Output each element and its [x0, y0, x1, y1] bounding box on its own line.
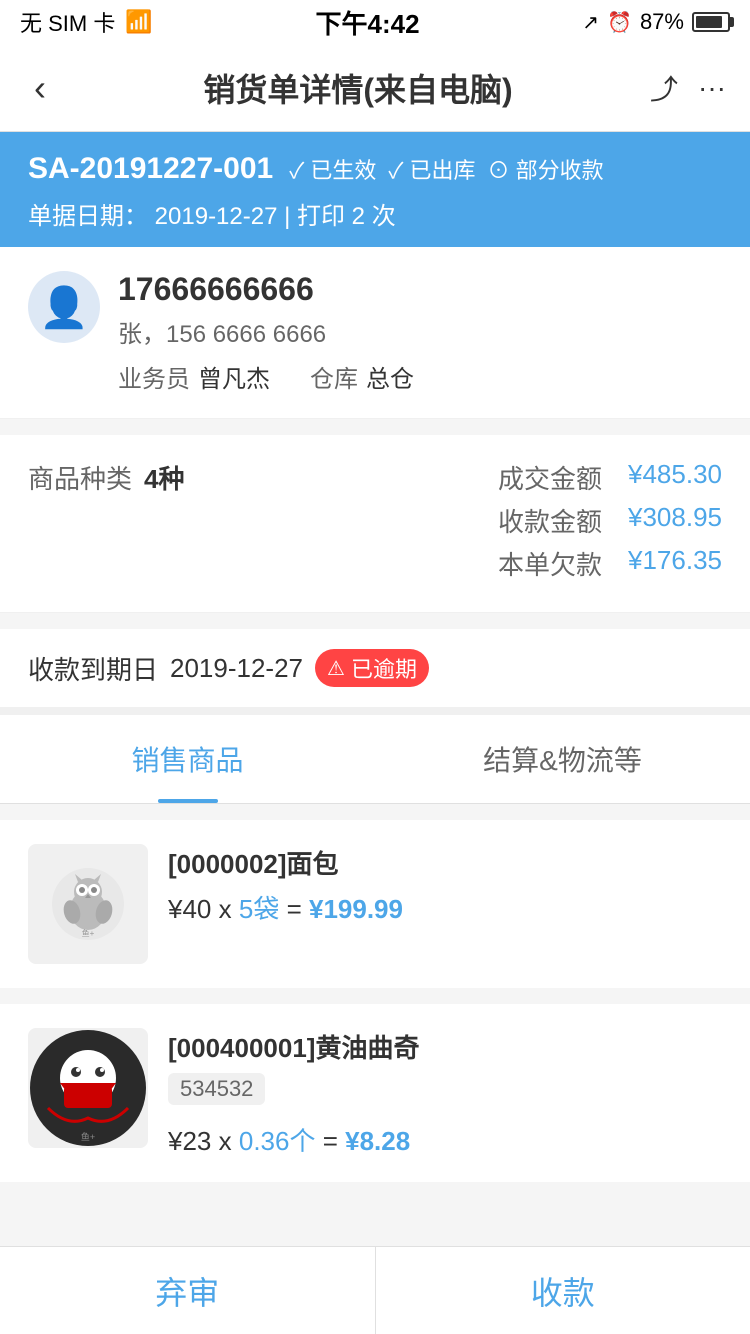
product-equals-1: = — [287, 894, 309, 924]
summary-left: 商品种类 4种 — [28, 459, 184, 496]
overdue-badge: ⚠ 已逾期 — [315, 649, 429, 687]
product-multiply-1: x — [219, 894, 239, 924]
due-section: 收款到期日 2019-12-27 ⚠ 已逾期 — [0, 629, 750, 715]
due-date: 2019-12-27 — [170, 653, 303, 684]
customer-meta: 业务员 曾凡杰 仓库 总仓 — [118, 359, 722, 394]
product-price-1: ¥40 x 5袋 = ¥199.99 — [168, 889, 722, 926]
page-title: 销货单详情(来自电脑) — [66, 65, 650, 111]
due-label: 收款到期日 — [28, 650, 158, 687]
svg-text:鱼+: 鱼+ — [82, 928, 95, 938]
product-info-2: [000400001]黄油曲奇 534532 ¥23 x 0.36个 = ¥8.… — [168, 1028, 722, 1158]
product-unit-price-1: ¥40 — [168, 894, 211, 924]
received-item: 收款金额 ¥308.95 — [498, 502, 722, 539]
tab-settlement[interactable]: 结算&物流等 — [375, 715, 750, 803]
product-name-1: [0000002]面包 — [168, 844, 722, 881]
list-item: 鱼+ [000400001]黄油曲奇 534532 ¥23 x 0.36个 = … — [0, 1004, 750, 1182]
salesperson-label: 业务员 — [118, 359, 190, 394]
customer-section: 👤 17666666666 张，156 6666 6666 业务员 曾凡杰 仓库… — [0, 247, 750, 419]
abandon-review-button[interactable]: 弃审 — [0, 1247, 376, 1334]
product-name-2: [000400001]黄油曲奇 — [168, 1028, 722, 1065]
amount-value: ¥485.30 — [622, 459, 722, 496]
battery-icon — [692, 12, 730, 32]
more-icon[interactable]: ··· — [698, 72, 726, 104]
carrier-text: 无 SIM 卡 — [20, 6, 115, 38]
status-outbound: ✓ 已出库 — [388, 153, 475, 185]
status-partial: ⊙ 部分收款 — [487, 153, 603, 185]
date-label: 单据日期： — [28, 203, 148, 230]
summary-right: 成交金额 ¥485.30 收款金额 ¥308.95 本单欠款 ¥176.35 — [498, 459, 722, 588]
header-bottom: 单据日期： 2019-12-27 | 打印 2 次 — [28, 196, 722, 231]
received-label: 收款金额 — [498, 502, 602, 539]
customer-info: 17666666666 张，156 6666 6666 业务员 曾凡杰 仓库 总… — [118, 271, 722, 394]
owed-item: 本单欠款 ¥176.35 — [498, 545, 722, 582]
overdue-text: 已逾期 — [351, 652, 417, 684]
salesperson-value: 曾凡杰 — [198, 359, 270, 394]
product-price-2: ¥23 x 0.36个 = ¥8.28 — [168, 1121, 722, 1158]
warehouse-item: 仓库 总仓 — [310, 359, 414, 394]
product-thumb-2: 鱼+ — [28, 1028, 148, 1148]
salesperson-item: 业务员 曾凡杰 — [118, 359, 270, 394]
status-time: 下午4:42 — [315, 4, 419, 41]
status-activated: ✓ 已生效 — [289, 153, 376, 185]
status-left: 无 SIM 卡 📶 — [20, 6, 153, 38]
battery-fill — [696, 16, 722, 28]
product-info-1: [0000002]面包 ¥40 x 5袋 = ¥199.99 — [168, 844, 722, 926]
header-banner: SA-20191227-001 ✓ 已生效 ✓ 已出库 ⊙ 部分收款 单据日期：… — [0, 132, 750, 247]
owed-value: ¥176.35 — [622, 545, 722, 582]
bottom-bar: 弃审 收款 — [0, 1246, 750, 1334]
tabs-section: 销售商品 结算&物流等 — [0, 715, 750, 804]
summary-section: 商品种类 4种 成交金额 ¥485.30 收款金额 ¥308.95 本单欠款 ¥… — [0, 435, 750, 613]
order-date: 2019-12-27 — [155, 203, 278, 230]
avatar-icon: 👤 — [39, 284, 89, 331]
battery-text: 87% — [640, 9, 684, 35]
product-badge-2: 534532 — [168, 1073, 265, 1105]
product-qty-2: 0.36个 — [239, 1126, 316, 1156]
type-label: 商品种类 — [28, 459, 132, 496]
nav-bar: ‹ 销货单详情(来自电脑) ⤴ ··· — [0, 44, 750, 132]
customer-phone: 17666666666 — [118, 271, 722, 308]
share-icon[interactable]: ⤴ — [650, 68, 678, 108]
svg-text:鱼+: 鱼+ — [81, 1131, 95, 1142]
status-tags: ✓ 已生效 ✓ 已出库 ⊙ 部分收款 — [289, 153, 603, 185]
received-value: ¥308.95 — [622, 502, 722, 539]
amount-item: 成交金额 ¥485.30 — [498, 459, 722, 496]
type-count: 4种 — [144, 459, 184, 496]
customer-name: 张，156 6666 6666 — [118, 314, 722, 349]
header-top: SA-20191227-001 ✓ 已生效 ✓ 已出库 ⊙ 部分收款 — [28, 152, 722, 186]
summary-row: 商品种类 4种 成交金额 ¥485.30 收款金额 ¥308.95 本单欠款 ¥… — [28, 459, 722, 588]
back-button[interactable]: ‹ — [24, 57, 56, 119]
list-item: 鱼+ [0000002]面包 ¥40 x 5袋 = ¥199.99 — [0, 820, 750, 988]
product-multiply-2: x — [219, 1126, 239, 1156]
alarm-icon: ⏰ — [607, 10, 632, 35]
print-info: | 打印 2 次 — [284, 203, 396, 230]
product-equals-2: = — [323, 1126, 345, 1156]
wifi-icon: 📶 — [125, 9, 152, 35]
product-image-1: 鱼+ — [48, 864, 128, 944]
product-qty-1: 5袋 — [239, 894, 279, 924]
warehouse-label: 仓库 — [310, 359, 358, 394]
product-image-2: 鱼+ — [28, 1028, 148, 1148]
product-list: 鱼+ [0000002]面包 ¥40 x 5袋 = ¥199.99 — [0, 804, 750, 1298]
status-bar: 无 SIM 卡 📶 下午4:42 ↗ ⏰ 87% — [0, 0, 750, 44]
product-total-1: ¥199.99 — [309, 894, 403, 924]
avatar: 👤 — [28, 271, 100, 343]
status-right: ↗ ⏰ 87% — [582, 9, 730, 35]
product-thumb-1: 鱼+ — [28, 844, 148, 964]
order-id: SA-20191227-001 — [28, 152, 273, 186]
amount-label: 成交金额 — [498, 459, 602, 496]
nav-icons: ⤴ ··· — [650, 68, 726, 108]
location-icon: ↗ — [582, 10, 599, 35]
tab-products[interactable]: 销售商品 — [0, 715, 375, 803]
collect-payment-button[interactable]: 收款 — [376, 1247, 750, 1334]
overdue-dot: ⚠ — [327, 656, 345, 681]
product-total-2: ¥8.28 — [345, 1126, 410, 1156]
owed-label: 本单欠款 — [498, 545, 602, 582]
warehouse-value: 总仓 — [366, 359, 414, 394]
product-unit-price-2: ¥23 — [168, 1126, 211, 1156]
